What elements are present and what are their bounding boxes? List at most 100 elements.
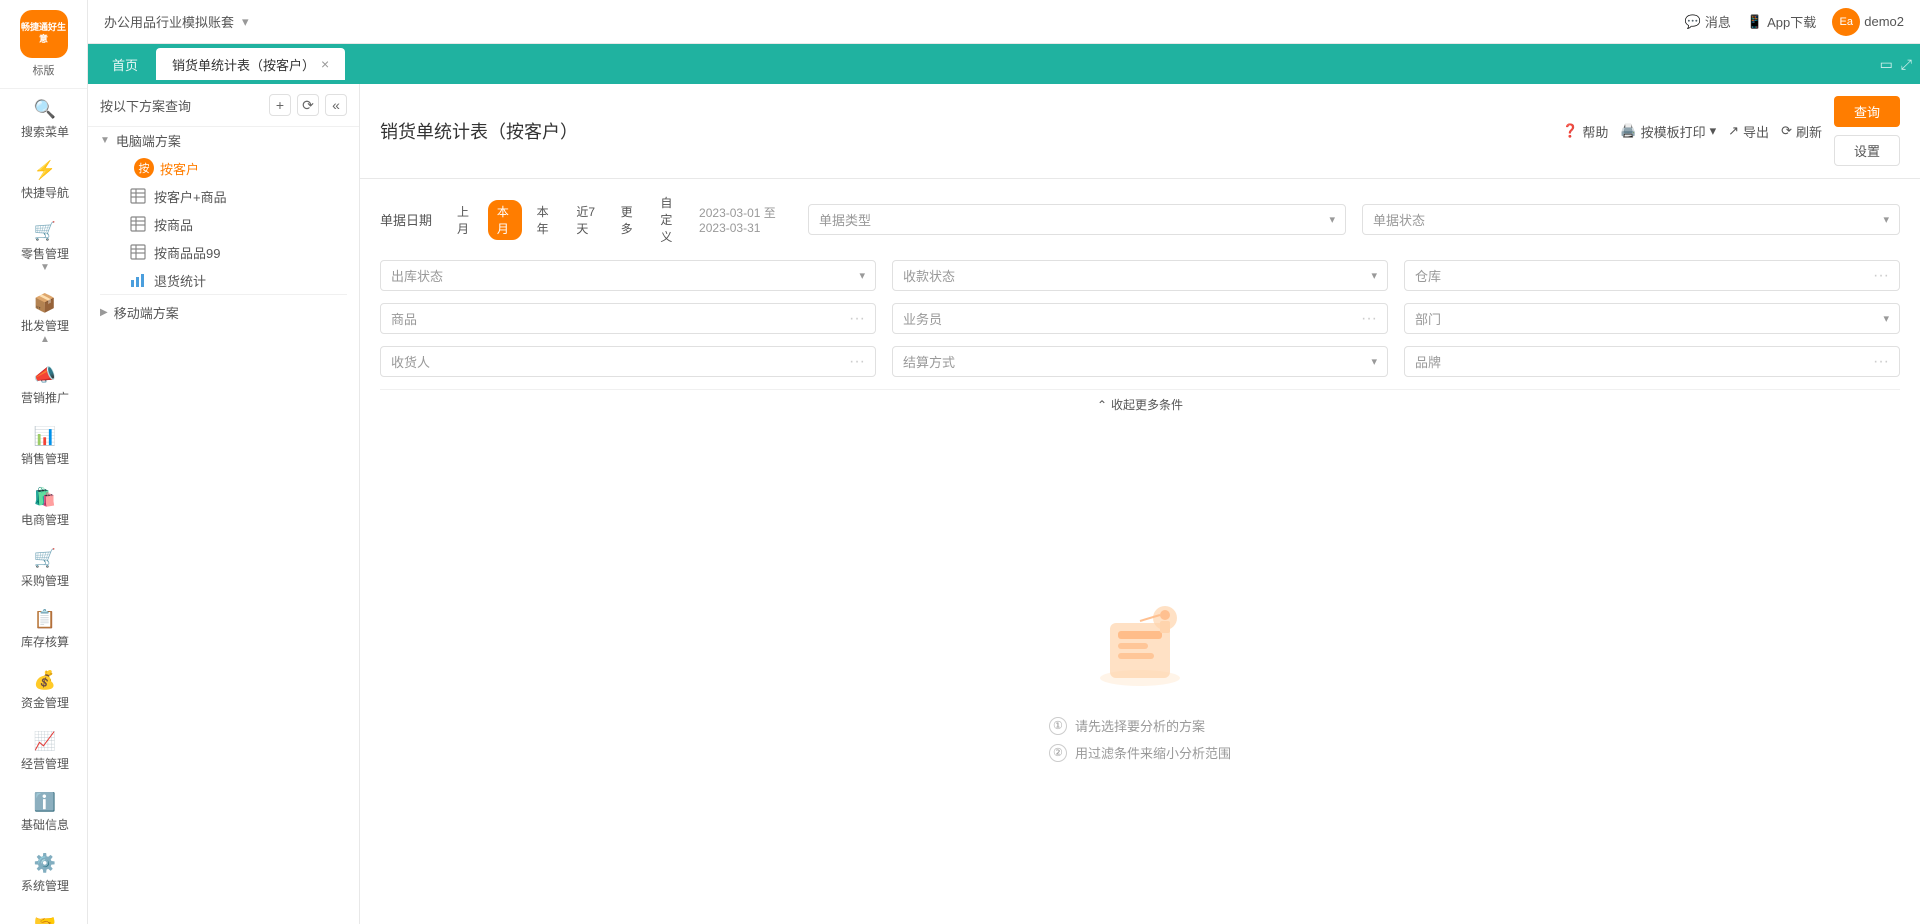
empty-illustration: [1080, 593, 1200, 696]
tab-maximize-icon[interactable]: ⤢: [1901, 56, 1912, 73]
filter-row-2: 出库状态 ▾ 收款状态 ▾ 仓库 ···: [380, 260, 1900, 291]
tree-arrow-right: ▶: [100, 307, 108, 318]
sidebar-item-wholesale[interactable]: 📦 批发管理 ▲: [0, 283, 87, 355]
user-menu[interactable]: Ea demo2: [1832, 8, 1904, 36]
date-btn-last-month[interactable]: 上月: [448, 200, 482, 240]
out-status-arrow: ▾: [859, 269, 865, 282]
sidebar-item-purchase[interactable]: 🛒 采购管理: [0, 538, 87, 599]
message-button[interactable]: 💬 消息: [1685, 12, 1731, 31]
page-title: 销货单统计表（按客户）: [380, 118, 578, 144]
order-status-select[interactable]: 单据状态 ▾: [1362, 204, 1900, 235]
tabbar: 首页 销货单统计表（按客户） × ▭ ⤢: [88, 44, 1920, 84]
date-quick-buttons: 上月 本月 本年 近7天 更多 自定义 2023-03-01 至 2023-03…: [448, 191, 792, 248]
table-icon-1: [128, 186, 148, 206]
table-icon-3: [128, 242, 148, 262]
refresh-button[interactable]: ⟳ 刷新: [1781, 122, 1822, 141]
date-btn-this-month[interactable]: 本月: [488, 200, 522, 240]
sidebar-item-cooperation[interactable]: 🤝 企业协同: [0, 904, 87, 924]
collapse-panel-button[interactable]: «: [325, 94, 347, 116]
sidebar-item-search[interactable]: 🔍 搜索菜单: [0, 89, 87, 150]
salesperson-select[interactable]: 业务员 ···: [892, 303, 1388, 334]
brand-dots: ···: [1873, 353, 1889, 371]
left-panel-header: 按以下方案查询 + ⟳ «: [88, 84, 359, 127]
hint-num-1: ①: [1049, 717, 1067, 735]
out-status-select[interactable]: 出库状态 ▾: [380, 260, 876, 291]
empty-hint-1: ① 请先选择要分析的方案: [1049, 716, 1231, 735]
date-btn-7days[interactable]: 近7天: [567, 200, 605, 240]
message-icon: 💬: [1685, 14, 1701, 30]
management-icon: 📈: [34, 731, 56, 752]
tree-node-by-customer-product[interactable]: 按客户+商品: [88, 182, 359, 210]
sidebar-item-ecommerce[interactable]: 🛍️ 电商管理: [0, 477, 87, 538]
sidebar-item-marketing[interactable]: 📣 营销推广: [0, 355, 87, 416]
date-range-display: 2023-03-01 至 2023-03-31: [699, 204, 792, 235]
refresh-scheme-button[interactable]: ⟳: [297, 94, 319, 116]
settlement-select[interactable]: 结算方式 ▾: [892, 346, 1388, 377]
brand-select[interactable]: 品牌 ···: [1404, 346, 1900, 377]
sidebar-item-sales[interactable]: 📊 销售管理: [0, 416, 87, 477]
scheme-tree: ▼ 电脑端方案 按 按客户 按客户+商品: [88, 127, 359, 326]
help-button[interactable]: ❓ 帮助: [1562, 122, 1608, 141]
page-title-row: 销货单统计表（按客户） ❓ 帮助 🖨️ 按模板打印 ▾ ↗: [380, 96, 1900, 166]
payment-status-select[interactable]: 收款状态 ▾: [892, 260, 1388, 291]
tab-home[interactable]: 首页: [96, 48, 154, 80]
tree-node-by-customer[interactable]: 按 按客户: [88, 154, 359, 182]
industry-label: 办公用品行业模拟账套: [104, 12, 234, 31]
order-status-arrow: ▾: [1883, 213, 1889, 226]
date-btn-custom[interactable]: 自定义: [651, 191, 693, 248]
sidebar-item-retail[interactable]: 🛒 零售管理 ▼: [0, 211, 87, 283]
retail-arrow: ▼: [40, 262, 50, 273]
sidebar-item-basic[interactable]: ℹ️ 基础信息: [0, 782, 87, 843]
setting-button[interactable]: 设置: [1834, 135, 1900, 166]
empty-hints: ① 请先选择要分析的方案 ② 用过滤条件来缩小分析范围: [1049, 716, 1231, 762]
sidebar-item-management[interactable]: 📈 经营管理: [0, 721, 87, 782]
purchase-icon: 🛒: [34, 548, 56, 569]
product-select[interactable]: 商品 ···: [380, 303, 876, 334]
tree-node-by-product[interactable]: 按商品: [88, 210, 359, 238]
warehouse-select[interactable]: 仓库 ···: [1404, 260, 1900, 291]
export-button[interactable]: ↗ 导出: [1728, 122, 1769, 141]
download-icon: 📱: [1747, 14, 1763, 30]
sidebar-item-system[interactable]: ⚙️ 系统管理: [0, 843, 87, 904]
topbar: 办公用品行业模拟账套 ▾ 💬 消息 📱 App下载 Ea demo2: [88, 0, 1920, 44]
action-buttons: 查询 设置: [1834, 96, 1900, 166]
print-icon: 🖨️: [1620, 123, 1636, 139]
topbar-left: 办公用品行业模拟账套 ▾: [104, 12, 249, 31]
sidebar: 畅捷通好生意 标版 🔍 搜索菜单 ⚡ 快捷导航 🛒 零售管理 ▼ 📦 批发管理 …: [0, 0, 88, 924]
wholesale-arrow: ▲: [40, 334, 50, 345]
tree-node-return-stat[interactable]: 退货统计: [88, 266, 359, 294]
tab-sales-stat[interactable]: 销货单统计表（按客户） ×: [156, 48, 345, 80]
sidebar-item-inventory[interactable]: 📋 库存核算: [0, 599, 87, 660]
receiver-select[interactable]: 收货人 ···: [380, 346, 876, 377]
collapse-up-icon: ⌃: [1097, 398, 1107, 412]
query-button[interactable]: 查询: [1834, 96, 1900, 127]
payment-status-arrow: ▾: [1371, 269, 1377, 282]
print-button[interactable]: 🖨️ 按模板打印 ▾: [1620, 122, 1716, 141]
date-btn-this-year[interactable]: 本年: [528, 200, 562, 240]
help-icon: ❓: [1562, 123, 1578, 139]
sidebar-item-finance[interactable]: 💰 资金管理: [0, 660, 87, 721]
app-download-button[interactable]: 📱 App下载: [1747, 12, 1816, 31]
left-panel-actions: + ⟳ «: [269, 94, 347, 116]
finance-icon: 💰: [34, 670, 56, 691]
add-scheme-button[interactable]: +: [269, 94, 291, 116]
tree-mobile-group[interactable]: ▶ 移动端方案: [88, 299, 359, 326]
department-select[interactable]: 部门 ▾: [1404, 303, 1900, 334]
left-panel-title: 按以下方案查询: [100, 96, 191, 115]
collapse-icon: «: [332, 97, 340, 113]
tree-node-by-product99[interactable]: 按商品品99: [88, 238, 359, 266]
tab-minimize-icon[interactable]: ▭: [1880, 56, 1893, 73]
sidebar-item-shortcuts[interactable]: ⚡ 快捷导航: [0, 150, 87, 211]
empty-state: ① 请先选择要分析的方案 ② 用过滤条件来缩小分析范围: [360, 431, 1920, 924]
sales-icon: 📊: [34, 426, 56, 447]
search-icon: 🔍: [34, 99, 56, 120]
collapse-bar[interactable]: ⌃ 收起更多条件: [380, 389, 1900, 419]
dropdown-icon[interactable]: ▾: [242, 14, 249, 30]
page-header: 销货单统计表（按客户） ❓ 帮助 🖨️ 按模板打印 ▾ ↗: [360, 84, 1920, 179]
receiver-dots: ···: [849, 353, 865, 371]
order-type-select[interactable]: 单据类型 ▾: [808, 204, 1346, 235]
tree-desktop-group[interactable]: ▼ 电脑端方案: [88, 127, 359, 154]
tab-close-icon[interactable]: ×: [321, 57, 329, 71]
date-btn-more[interactable]: 更多: [612, 200, 646, 240]
system-icon: ⚙️: [34, 853, 56, 874]
